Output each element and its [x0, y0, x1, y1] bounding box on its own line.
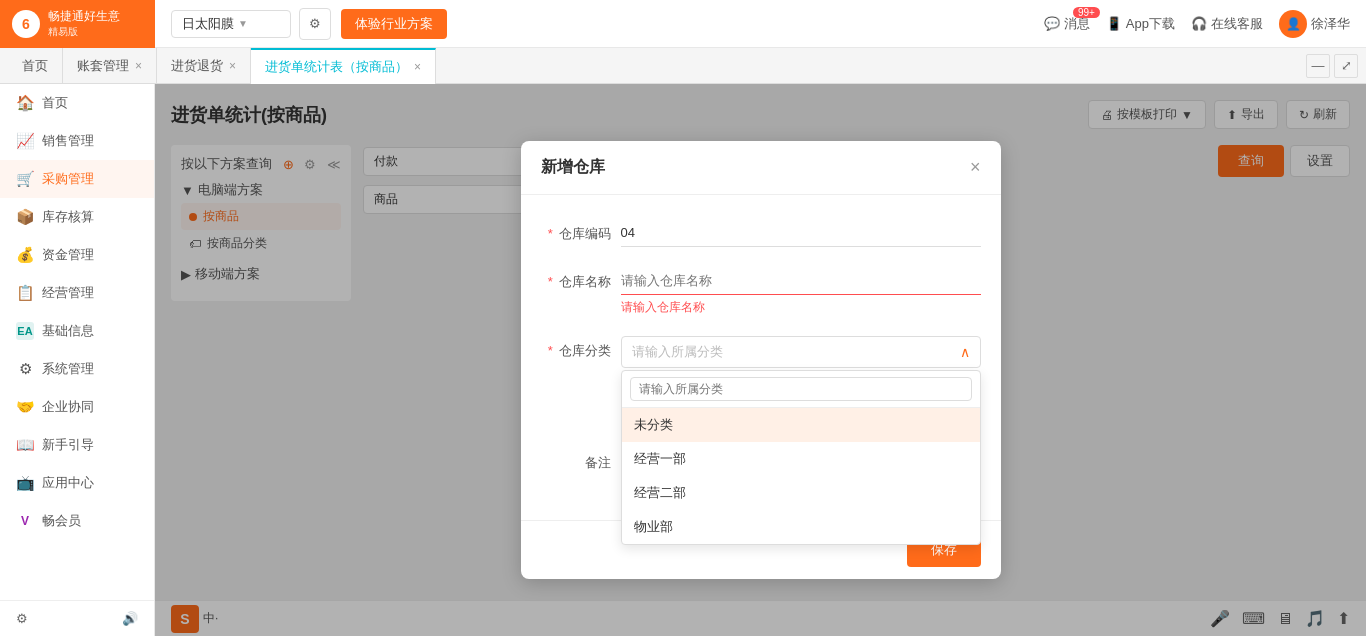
sidebar-item-member[interactable]: V 畅会员: [0, 502, 154, 540]
dialog-title: 新增仓库: [541, 157, 605, 178]
online-service-item[interactable]: 🎧 在线客服: [1191, 15, 1263, 33]
sidebar-settings-icon[interactable]: ⚙: [16, 611, 28, 626]
message-item[interactable]: 💬 消息 99+: [1044, 15, 1090, 33]
enterprise-icon: 🤝: [16, 398, 34, 416]
sidebar-item-finance[interactable]: 💰 资金管理: [0, 236, 154, 274]
trial-button[interactable]: 体验行业方案: [341, 9, 447, 39]
sidebar-bottom: ⚙ 🔊: [0, 600, 154, 636]
chevron-down-icon: ▼: [238, 18, 248, 29]
code-input[interactable]: [621, 219, 981, 247]
phone-icon: 📱: [1106, 16, 1122, 31]
name-input[interactable]: [621, 267, 981, 295]
user-item[interactable]: 👤 徐泽华: [1279, 10, 1350, 38]
logo-icon: 6: [12, 10, 40, 38]
code-label: * 仓库编码: [541, 219, 621, 243]
sidebar-item-home[interactable]: 🏠 首页: [0, 84, 154, 122]
dialog-body: * 仓库编码 * 仓库名称: [521, 195, 1001, 520]
logo-text: 畅捷通好生意 精易版: [48, 9, 120, 38]
category-selector[interactable]: 请输入所属分类 ∧: [621, 336, 981, 368]
form-row-code: * 仓库编码: [541, 219, 981, 247]
form-row-category: * 仓库分类 请输入所属分类 ∧: [541, 336, 981, 368]
logo-area: 6 畅捷通好生意 精易版: [0, 0, 155, 48]
tab-close-purchase-stats[interactable]: ×: [414, 60, 421, 74]
sidebar: 🏠 首页 📈 销售管理 🛒 采购管理 📦 库存核算 💰 资金管理 📋 经营管理 …: [0, 84, 155, 636]
sidebar-item-sales[interactable]: 📈 销售管理: [0, 122, 154, 160]
category-label: * 仓库分类: [541, 336, 621, 360]
operations-icon: 📋: [16, 284, 34, 302]
sidebar-item-guide[interactable]: 📖 新手引导: [0, 426, 154, 464]
message-icon: 💬: [1044, 16, 1060, 31]
content-area: 进货单统计(按商品) 🖨 按模板打印 ▼ ⬆ 导出 ↻ 刷新: [155, 84, 1366, 636]
sales-icon: 📈: [16, 132, 34, 150]
dropdown-arrow-icon: ∧: [960, 344, 970, 360]
sidebar-item-system[interactable]: ⚙ 系统管理: [0, 350, 154, 388]
code-control: [621, 219, 981, 247]
sidebar-item-basic[interactable]: EA 基础信息: [0, 312, 154, 350]
sidebar-volume-icon[interactable]: 🔊: [122, 611, 138, 626]
dropdown-search-input[interactable]: [630, 377, 972, 401]
tab-expand[interactable]: ⤢: [1334, 54, 1358, 78]
dropdown-item-2[interactable]: 经营二部: [622, 476, 980, 510]
dialog-close-icon[interactable]: ×: [970, 157, 981, 178]
tab-purchase-return[interactable]: 进货退货 ×: [157, 48, 251, 84]
home-icon: 🏠: [16, 94, 34, 112]
tab-controls: — ⤢: [1306, 54, 1358, 78]
dialog-add-warehouse: 新增仓库 × * 仓库编码: [521, 141, 1001, 579]
basic-icon: EA: [16, 322, 34, 340]
dropdown-item-1[interactable]: 经营一部: [622, 442, 980, 476]
category-control: 请输入所属分类 ∧ 未分类 经营一部 经营二部: [621, 336, 981, 368]
purchase-icon: 🛒: [16, 170, 34, 188]
avatar: 👤: [1279, 10, 1307, 38]
tab-close-purchase-return[interactable]: ×: [229, 59, 236, 73]
tab-close-account[interactable]: ×: [135, 59, 142, 73]
sidebar-item-inventory[interactable]: 📦 库存核算: [0, 198, 154, 236]
dropdown-search-wrap: [622, 371, 980, 408]
settings-icon[interactable]: ⚙: [299, 8, 331, 40]
sidebar-item-apps[interactable]: 📺 应用中心: [0, 464, 154, 502]
tab-minimize[interactable]: —: [1306, 54, 1330, 78]
message-badge: 99+: [1073, 7, 1100, 18]
name-label: * 仓库名称: [541, 267, 621, 291]
finance-icon: 💰: [16, 246, 34, 264]
store-name: 日太阳膜: [182, 15, 234, 33]
dropdown-item-3[interactable]: 物业部: [622, 510, 980, 544]
category-dropdown: 未分类 经营一部 经营二部 物业部: [621, 370, 981, 545]
dialog-header: 新增仓库 ×: [521, 141, 1001, 195]
dropdown-item-0[interactable]: 未分类: [622, 408, 980, 442]
name-control: 请输入仓库名称: [621, 267, 981, 316]
tab-purchase-stats[interactable]: 进货单统计表（按商品） ×: [251, 48, 436, 84]
inventory-icon: 📦: [16, 208, 34, 226]
app-download-item[interactable]: 📱 App下载: [1106, 15, 1175, 33]
headphone-icon: 🎧: [1191, 16, 1207, 31]
member-icon: V: [16, 512, 34, 530]
top-header: 6 畅捷通好生意 精易版 日太阳膜 ▼ ⚙ 体验行业方案 💬 消息 99+ 📱 …: [0, 0, 1366, 48]
system-icon: ⚙: [16, 360, 34, 378]
main-layout: 🏠 首页 📈 销售管理 🛒 采购管理 📦 库存核算 💰 资金管理 📋 经营管理 …: [0, 84, 1366, 636]
modal-overlay[interactable]: 新增仓库 × * 仓库编码: [155, 84, 1366, 636]
form-row-name: * 仓库名称 请输入仓库名称: [541, 267, 981, 316]
sidebar-item-enterprise[interactable]: 🤝 企业协同: [0, 388, 154, 426]
tab-bar: 首页 账套管理 × 进货退货 × 进货单统计表（按商品） × — ⤢: [0, 48, 1366, 84]
tab-account[interactable]: 账套管理 ×: [63, 48, 157, 84]
sidebar-item-purchase[interactable]: 🛒 采购管理: [0, 160, 154, 198]
store-selector[interactable]: 日太阳膜 ▼: [171, 10, 291, 38]
apps-icon: 📺: [16, 474, 34, 492]
tab-home[interactable]: 首页: [8, 48, 63, 84]
header-right: 💬 消息 99+ 📱 App下载 🎧 在线客服 👤 徐泽华: [1044, 10, 1350, 38]
guide-icon: 📖: [16, 436, 34, 454]
sidebar-item-operations[interactable]: 📋 经营管理: [0, 274, 154, 312]
note-label: 备注: [541, 448, 621, 472]
name-error-msg: 请输入仓库名称: [621, 299, 981, 316]
